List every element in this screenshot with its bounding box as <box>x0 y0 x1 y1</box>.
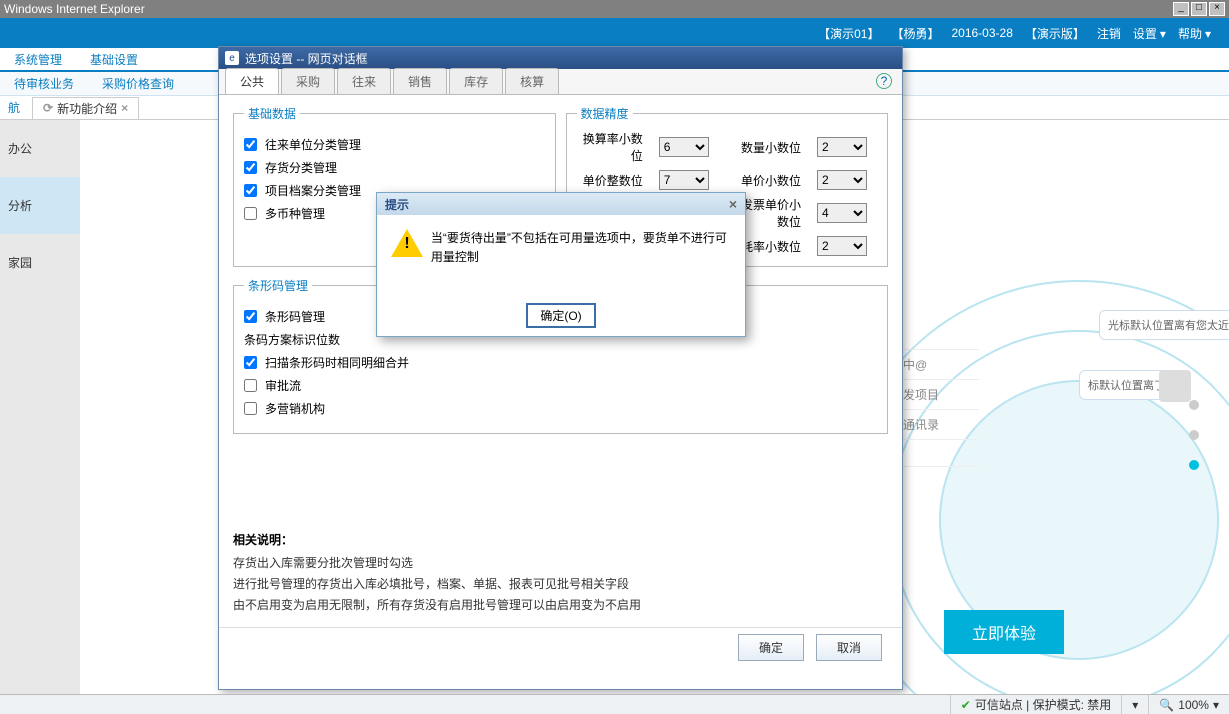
tab-nav[interactable]: 航 <box>0 99 28 116</box>
date-label: 2016-03-28 <box>951 26 1012 40</box>
status-tools[interactable]: ▾ <box>1121 695 1148 714</box>
zoom-caret-icon[interactable]: ▾ <box>1213 698 1219 712</box>
dialog-tabs: 公共 采购 往来 销售 库存 核算 ? <box>219 69 902 95</box>
alert-message: 当“要货待出量”不包括在可用量选项中，要货单不进行可用量控制 <box>431 229 731 267</box>
cb-unit-category[interactable] <box>244 138 257 151</box>
dlg-tab-account[interactable]: 核算 <box>505 68 559 94</box>
alert-dialog: 提示 × 当“要货待出量”不包括在可用量选项中，要货单不进行可用量控制 确定(O… <box>376 192 746 337</box>
lbl-price-int: 单价整数位 <box>577 172 643 189</box>
os-titlebar: Windows Internet Explorer _ □ × <box>0 0 1229 18</box>
note-3: 由不启用变为启用无限制，所有存货没有启用批号管理可以由启用变为不启用 <box>233 596 888 613</box>
dlg-tab-contacts[interactable]: 往来 <box>337 68 391 94</box>
cb-barcode[interactable] <box>244 310 257 323</box>
dialog-body: 基础数据 往来单位分类管理 存货分类管理 项目档案分类管理 多币种管理 数据精度… <box>219 95 902 627</box>
menu-base[interactable]: 基础设置 <box>76 48 152 70</box>
logout-link[interactable]: 注销 <box>1097 25 1121 42</box>
dialog-footer: 确定 取消 <box>219 627 902 667</box>
cb-approval[interactable] <box>244 379 257 392</box>
group-basic-legend: 基础数据 <box>244 105 300 122</box>
demo-tag: 【演示01】 <box>818 25 879 42</box>
maximize-button[interactable]: □ <box>1191 2 1207 16</box>
dialog-cancel-button[interactable]: 取消 <box>816 634 882 661</box>
dot-2[interactable] <box>1189 430 1199 440</box>
cb-scan-merge-label: 扫描条形码时相同明细合并 <box>265 354 409 371</box>
alert-ok-button[interactable]: 确定(O) <box>526 303 595 328</box>
minimize-button[interactable]: _ <box>1173 2 1189 16</box>
left-sidebar: 办公 分析 家园 <box>0 120 80 291</box>
carousel-dots <box>1189 400 1199 470</box>
dlg-tab-public[interactable]: 公共 <box>225 68 279 94</box>
notes-title: 相关说明： <box>233 531 888 548</box>
cb-multicurrency-label: 多币种管理 <box>265 205 325 222</box>
cb-multi-org-label: 多营销机构 <box>265 400 325 417</box>
cb-scan-merge[interactable] <box>244 356 257 369</box>
close-button[interactable]: × <box>1209 2 1225 16</box>
notes-panel: 相关说明： 存货出入库需要分批次管理时勾选 进行批号管理的存货出入库必填批号，档… <box>233 531 888 617</box>
dlg-tab-sales[interactable]: 销售 <box>393 68 447 94</box>
sel-price-dec[interactable]: 2 <box>817 170 867 190</box>
side-home[interactable]: 家园 <box>0 234 80 291</box>
cb-multicurrency[interactable] <box>244 207 257 220</box>
alert-close-icon[interactable]: × <box>729 196 737 212</box>
tab-label: 新功能介绍 <box>57 100 117 117</box>
alert-title: 提示 <box>385 196 409 213</box>
submenu-audit[interactable]: 待审核业务 <box>0 75 88 92</box>
lbl-price-dec: 单价小数位 <box>735 172 801 189</box>
status-trusted: 可信站点 | 保护模式: 禁用 <box>975 696 1111 713</box>
ie-icon: e <box>225 51 239 65</box>
alert-titlebar[interactable]: 提示 × <box>377 193 745 215</box>
cb-multi-org[interactable] <box>244 402 257 415</box>
cb-stock-category[interactable] <box>244 161 257 174</box>
dialog-ok-button[interactable]: 确定 <box>738 634 804 661</box>
submenu-price-query[interactable]: 采购价格查询 <box>88 75 188 92</box>
zoom-value: 100% <box>1178 698 1209 712</box>
tab-refresh-icon[interactable]: ⟳ <box>43 101 53 115</box>
zoom-icon[interactable]: 🔍 <box>1159 698 1174 712</box>
group-barcode-legend: 条形码管理 <box>244 277 312 294</box>
user-tag: 【杨勇】 <box>891 25 939 42</box>
settings-menu[interactable]: 设置 <box>1133 25 1166 42</box>
cb-project-category[interactable] <box>244 184 257 197</box>
cta-try-now[interactable]: 立即体验 <box>944 610 1064 654</box>
dialog-help-icon[interactable]: ? <box>876 73 892 89</box>
note-1: 存货出入库需要分批次管理时勾选 <box>233 554 888 571</box>
window-title: Windows Internet Explorer <box>4 2 145 16</box>
side-analysis[interactable]: 分析 <box>0 177 80 234</box>
cb-barcode-label: 条形码管理 <box>265 308 325 325</box>
sel-rate-dec[interactable]: 6 <box>659 137 709 157</box>
sel-price-int[interactable]: 7 <box>659 170 709 190</box>
sel-qty-dec[interactable]: 2 <box>817 137 867 157</box>
status-bar: ✔ 可信站点 | 保护模式: 禁用 ▾ 🔍 100% ▾ <box>0 694 1229 714</box>
trusted-icon: ✔ <box>961 698 971 712</box>
lbl-qty-dec: 数量小数位 <box>735 139 801 156</box>
options-dialog: e 选项设置 -- 网页对话框 公共 采购 往来 销售 库存 核算 ? 基础数据… <box>218 46 903 690</box>
sel-loss-dec[interactable]: 2 <box>817 236 867 256</box>
note-2: 进行批号管理的存货出入库必填批号，档案、单据、报表可见批号相关字段 <box>233 575 888 592</box>
group-precision-legend: 数据精度 <box>577 105 633 122</box>
cb-unit-category-label: 往来单位分类管理 <box>265 136 361 153</box>
menu-system[interactable]: 系统管理 <box>0 48 76 70</box>
tab-close-icon[interactable]: × <box>121 101 128 115</box>
avatar <box>1159 370 1191 402</box>
dot-1[interactable] <box>1189 400 1199 410</box>
app-header: 【演示01】 【杨勇】 2016-03-28 【演示版】 注销 设置 帮助 <box>0 18 1229 48</box>
dialog-titlebar[interactable]: e 选项设置 -- 网页对话框 <box>219 47 902 69</box>
side-office[interactable]: 办公 <box>0 120 80 177</box>
cb-project-category-label: 项目档案分类管理 <box>265 182 361 199</box>
lbl-rate-dec: 换算率小数位 <box>577 130 643 164</box>
dlg-tab-stock[interactable]: 库存 <box>449 68 503 94</box>
dialog-title: 选项设置 -- 网页对话框 <box>245 50 368 67</box>
cb-stock-category-label: 存货分类管理 <box>265 159 337 176</box>
cb-approval-label: 审批流 <box>265 377 301 394</box>
warning-icon <box>391 229 419 261</box>
sel-invoice-dec[interactable]: 4 <box>817 203 867 223</box>
tab-new-features[interactable]: ⟳ 新功能介绍 × <box>32 97 139 119</box>
help-menu[interactable]: 帮助 <box>1178 25 1211 42</box>
edition-tag: 【演示版】 <box>1025 25 1085 42</box>
dot-3[interactable] <box>1189 460 1199 470</box>
bubble-tip-1: 光标默认位置离有您太近了。 <box>1099 310 1229 340</box>
barcode-digits-label: 条码方案标识位数 <box>244 331 340 348</box>
dlg-tab-purchase[interactable]: 采购 <box>281 68 335 94</box>
